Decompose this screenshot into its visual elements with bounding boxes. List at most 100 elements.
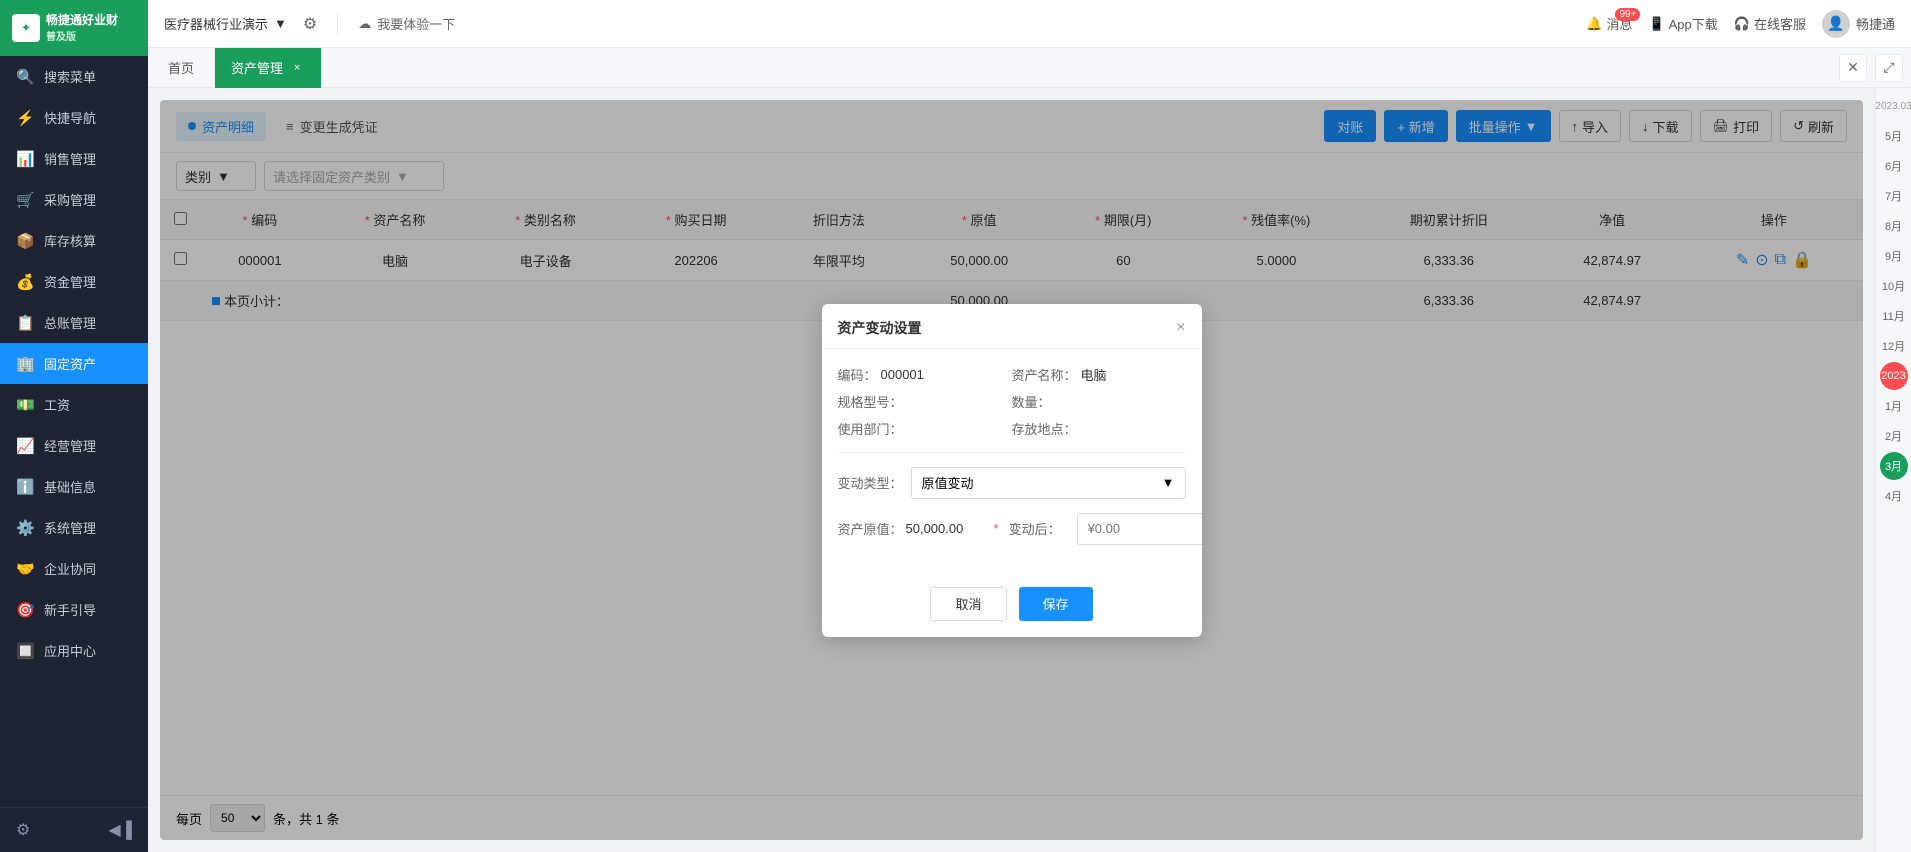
- sidebar-item-search[interactable]: 🔍 搜索菜单: [0, 56, 148, 97]
- tab-home[interactable]: 首页: [148, 48, 215, 88]
- sidebar-item-ledger[interactable]: 📋 总账管理: [0, 302, 148, 343]
- quick-nav-icon: ⚡: [16, 109, 34, 127]
- sales-icon: 📊: [16, 150, 34, 168]
- sidebar-item-enterprise[interactable]: 🤝 企业协同: [0, 548, 148, 589]
- sidebar-item-guide[interactable]: 🎯 新手引导: [0, 589, 148, 630]
- collapse-icon[interactable]: ◀▐: [108, 820, 132, 840]
- sidebar-item-basic-info[interactable]: ℹ️ 基础信息: [0, 466, 148, 507]
- dialog-body: 编码： 000001 资产名称： 电脑 规格型号：: [822, 349, 1202, 575]
- dialog-title: 资产变动设置: [838, 318, 922, 338]
- cancel-btn[interactable]: 取消: [930, 587, 1006, 621]
- cloud-text: 我要体验一下: [377, 14, 455, 33]
- dialog-footer: 取消 保存: [822, 575, 1202, 637]
- sidebar-item-purchase[interactable]: 🛒 采购管理: [0, 179, 148, 220]
- month-2月[interactable]: 2月: [1878, 422, 1910, 450]
- sidebar-label-operations: 经营管理: [44, 436, 96, 455]
- change-type-row: 变动类型： 原值变动 ▼: [838, 467, 1186, 499]
- sidebar-label-quick-nav: 快捷导航: [44, 108, 96, 127]
- topbar-gear-icon[interactable]: ⚙: [303, 14, 317, 34]
- download-icon: 📱: [1648, 16, 1664, 32]
- tabs-controls: ✕ ⤢: [1839, 54, 1911, 82]
- notification-btn[interactable]: 🔔 消息 99+: [1586, 14, 1632, 33]
- user-menu[interactable]: 👤 畅捷通: [1822, 10, 1895, 38]
- logo-text: 畅捷通好业财: [46, 13, 118, 29]
- topbar-right: 🔔 消息 99+ 📱 App下载 🎧 在线客服 👤 畅捷通: [1586, 10, 1895, 38]
- basic-info-icon: ℹ️: [16, 478, 34, 496]
- operations-icon: 📈: [16, 437, 34, 455]
- sidebar-item-sales[interactable]: 📊 销售管理: [0, 138, 148, 179]
- after-value-input[interactable]: [1077, 513, 1202, 545]
- sidebar-item-system[interactable]: ⚙️ 系统管理: [0, 507, 148, 548]
- sidebar-label-inventory: 库存核算: [44, 231, 96, 250]
- sidebar-item-payroll[interactable]: 💵 工资: [0, 384, 148, 425]
- sidebar-item-operations[interactable]: 📈 经营管理: [0, 425, 148, 466]
- notification-badge: 99+: [1615, 8, 1640, 21]
- change-type-label: 变动类型：: [838, 473, 903, 492]
- info-dept: 使用部门：: [838, 419, 1012, 438]
- sidebar-item-fixed-assets[interactable]: 🏢 固定资产: [0, 343, 148, 384]
- sidebar-label-app-center: 应用中心: [44, 641, 96, 660]
- company-name: 医疗器械行业演示: [164, 14, 268, 33]
- sidebar-label-basic-info: 基础信息: [44, 477, 96, 496]
- tabs-bar: 首页 资产管理 × ✕ ⤢: [148, 48, 1911, 88]
- app-logo: ✦ 畅捷通好业财 普及版: [0, 0, 148, 56]
- month-12月[interactable]: 12月: [1878, 332, 1910, 360]
- change-type-value: 原值变动: [922, 473, 974, 492]
- tab-asset-management[interactable]: 资产管理 ×: [215, 48, 322, 88]
- month-11月[interactable]: 11月: [1878, 302, 1910, 330]
- settings-icon[interactable]: ⚙: [16, 820, 30, 840]
- sidebar-item-app-center[interactable]: 🔲 应用中心: [0, 630, 148, 671]
- app-download-btn[interactable]: 📱 App下载: [1648, 14, 1717, 33]
- change-type-select[interactable]: 原值变动 ▼: [911, 467, 1186, 499]
- month-9月[interactable]: 9月: [1878, 242, 1910, 270]
- sidebar: ✦ 畅捷通好业财 普及版 🔍 搜索菜单 ⚡ 快捷导航 📊 销售管理 🛒 采购管理…: [0, 0, 148, 852]
- month-2023[interactable]: 2023: [1880, 362, 1908, 390]
- month-4月[interactable]: 4月: [1878, 482, 1910, 510]
- tab-close-icon[interactable]: ×: [289, 60, 305, 76]
- code-label: 编码：: [838, 365, 877, 384]
- tab-close-window-btn[interactable]: ✕: [1839, 54, 1867, 82]
- month-8月[interactable]: 8月: [1878, 212, 1910, 240]
- dialog-close-btn[interactable]: ×: [1176, 319, 1185, 337]
- month-7月[interactable]: 7月: [1878, 182, 1910, 210]
- ledger-icon: 📋: [16, 314, 34, 332]
- month-6月[interactable]: 6月: [1878, 152, 1910, 180]
- search-icon: 🔍: [16, 68, 34, 86]
- sidebar-nav: 🔍 搜索菜单 ⚡ 快捷导航 📊 销售管理 🛒 采购管理 📦 库存核算 💰 资金管…: [0, 56, 148, 807]
- cloud-icon: ☁: [358, 16, 371, 32]
- sidebar-label-sales: 销售管理: [44, 149, 96, 168]
- original-value-display: 50,000.00: [906, 521, 986, 536]
- sidebar-item-quick-nav[interactable]: ⚡ 快捷导航: [0, 97, 148, 138]
- enterprise-icon: 🤝: [16, 560, 34, 578]
- app-center-icon: 🔲: [16, 642, 34, 660]
- online-service-btn[interactable]: 🎧 在线客服: [1734, 14, 1806, 33]
- info-code: 编码： 000001: [838, 365, 1012, 384]
- online-service-label: 在线客服: [1754, 14, 1806, 33]
- company-selector[interactable]: 医疗器械行业演示 ▼: [164, 14, 287, 33]
- topbar: 医疗器械行业演示 ▼ ⚙ ☁ 我要体验一下 🔔 消息 99+ 📱 App下载 🎧…: [148, 0, 1911, 48]
- sidebar-item-finance[interactable]: 💰 资金管理: [0, 261, 148, 302]
- sidebar-label-purchase: 采购管理: [44, 190, 96, 209]
- save-btn[interactable]: 保存: [1019, 587, 1093, 621]
- overlay: 资产变动设置 × 编码： 000001 资产名称： 电脑: [160, 100, 1863, 840]
- sidebar-label-fixed-assets: 固定资产: [44, 354, 96, 373]
- dialog-info-grid: 编码： 000001 资产名称： 电脑 规格型号：: [838, 365, 1186, 453]
- headset-icon: 🎧: [1734, 16, 1750, 32]
- sidebar-label-payroll: 工资: [44, 395, 70, 414]
- page-content: 资产明细 ≡ 变更生成凭证 对账 + 新增 批量操作 ▼: [148, 88, 1911, 852]
- asset-name-label: 资产名称：: [1012, 365, 1077, 384]
- cloud-link[interactable]: ☁ 我要体验一下: [358, 14, 455, 33]
- tab-active-label: 资产管理: [231, 58, 283, 77]
- month-5月[interactable]: 5月: [1878, 122, 1910, 150]
- asset-name-value: 电脑: [1081, 365, 1107, 384]
- month-1月[interactable]: 1月: [1878, 392, 1910, 420]
- month-3月[interactable]: 3月: [1880, 452, 1908, 480]
- tab-maximize-btn[interactable]: ⤢: [1875, 54, 1903, 82]
- after-label: 变动后：: [1009, 519, 1069, 538]
- purchase-icon: 🛒: [16, 191, 34, 209]
- sidebar-label-search: 搜索菜单: [44, 67, 96, 86]
- required-star: *: [994, 521, 999, 536]
- sidebar-item-inventory[interactable]: 📦 库存核算: [0, 220, 148, 261]
- month-10月[interactable]: 10月: [1878, 272, 1910, 300]
- info-asset-name: 资产名称： 电脑: [1012, 365, 1186, 384]
